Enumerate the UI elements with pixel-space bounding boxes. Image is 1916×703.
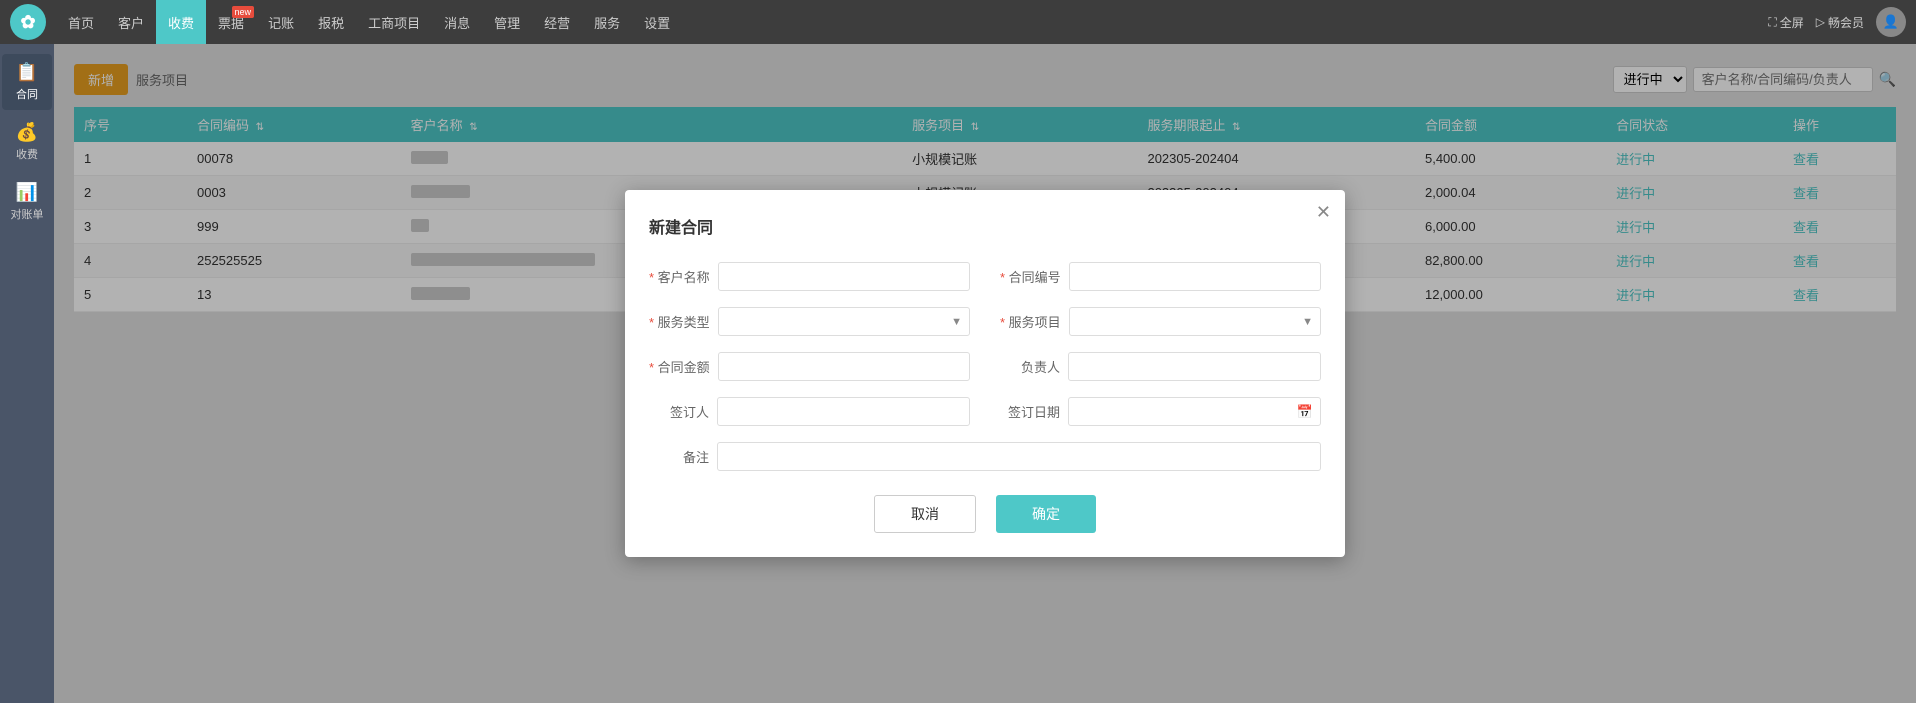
form-row-service-type: 服务类型 ▼ xyxy=(649,307,970,336)
service-type-label: 服务类型 xyxy=(649,312,710,331)
form-row-signer: 签订人 xyxy=(649,397,970,426)
notes-label: 备注 xyxy=(649,447,709,466)
contract-no-label: 合同编号 xyxy=(1000,267,1061,286)
contract-icon: 📋 xyxy=(16,62,38,83)
billing-icon: 💰 xyxy=(16,122,38,143)
nav-item-settings[interactable]: 设置 xyxy=(632,0,682,44)
sign-date-input[interactable]: 2023-06-06 xyxy=(1068,397,1321,426)
responsible-input[interactable] xyxy=(1068,352,1321,381)
form-row-sign-date: 签订日期 2023-06-06 📅 xyxy=(1000,397,1321,426)
customer-name-label: 客户名称 xyxy=(649,267,710,286)
nav-item-commerce[interactable]: 工商项目 xyxy=(356,0,432,44)
nav-item-invoice[interactable]: 票据 new xyxy=(206,0,256,44)
form-row-notes: 备注 xyxy=(649,442,1321,471)
logo: ✿ xyxy=(10,4,46,40)
nav-item-customer[interactable]: 客户 xyxy=(106,0,156,44)
contract-amount-label: 合同金额 xyxy=(649,357,710,376)
contract-no-input[interactable] xyxy=(1069,262,1321,291)
avatar[interactable]: 👤 xyxy=(1876,7,1906,37)
modal-footer: 取消 确定 xyxy=(649,495,1321,533)
sidebar-item-statement[interactable]: 📊 对账单 xyxy=(2,174,52,230)
sidebar-item-contract[interactable]: 📋 合同 xyxy=(2,54,52,110)
service-item-label: 服务项目 xyxy=(1000,312,1061,331)
top-nav: ✿ 首页 客户 收费 票据 new 记账 报税 工商项目 消息 管理 经营 服务… xyxy=(0,0,1916,44)
modal-close-button[interactable]: ✕ xyxy=(1316,202,1331,223)
content: 新增 服务项目 进行中 已完成 已终止 🔍 序号 合同编码 ⇅ 客户名称 ⇅ 服… xyxy=(54,44,1916,703)
modal: 新建合同 ✕ 客户名称 合同编号 服务类型 xyxy=(625,190,1345,557)
nav-items: 首页 客户 收费 票据 new 记账 报税 工商项目 消息 管理 经营 服务 设… xyxy=(56,0,1768,44)
signer-label: 签订人 xyxy=(649,402,709,421)
modal-title: 新建合同 xyxy=(649,214,1321,238)
vip-icon: ▷ xyxy=(1816,15,1825,29)
modal-overlay: 新建合同 ✕ 客户名称 合同编号 服务类型 xyxy=(54,44,1916,703)
fullscreen-icon: ⛶ xyxy=(1768,15,1776,30)
cancel-button[interactable]: 取消 xyxy=(874,495,976,533)
nav-item-accounting[interactable]: 记账 xyxy=(256,0,306,44)
main-layout: 📋 合同 💰 收费 📊 对账单 新增 服务项目 进行中 已完成 已终止 🔍 xyxy=(0,44,1916,703)
sidebar: 📋 合同 💰 收费 📊 对账单 xyxy=(0,44,54,703)
service-item-select[interactable] xyxy=(1069,307,1321,336)
nav-item-operation[interactable]: 经营 xyxy=(532,0,582,44)
nav-item-manage[interactable]: 管理 xyxy=(482,0,532,44)
customer-name-input[interactable] xyxy=(718,262,970,291)
signer-input[interactable] xyxy=(717,397,970,426)
service-type-select[interactable] xyxy=(718,307,970,336)
nav-item-home[interactable]: 首页 xyxy=(56,0,106,44)
sidebar-item-billing[interactable]: 💰 收费 xyxy=(2,114,52,170)
form-row-responsible: 负责人 xyxy=(1000,352,1321,381)
new-badge: new xyxy=(232,6,255,18)
responsible-label: 负责人 xyxy=(1000,357,1060,376)
nav-right: ⛶ 全屏 ▷ 畅会员 👤 xyxy=(1768,7,1906,37)
form-row-customer: 客户名称 xyxy=(649,262,970,291)
vip-button[interactable]: ▷ 畅会员 xyxy=(1816,14,1864,31)
form-row-amount: 合同金额 0.00 xyxy=(649,352,970,381)
nav-item-billing[interactable]: 收费 xyxy=(156,0,206,44)
form-row-contract-no: 合同编号 xyxy=(1000,262,1321,291)
form-grid: 客户名称 合同编号 服务类型 ▼ xyxy=(649,262,1321,471)
nav-item-tax[interactable]: 报税 xyxy=(306,0,356,44)
nav-item-message[interactable]: 消息 xyxy=(432,0,482,44)
form-row-service-item: 服务项目 ▼ xyxy=(1000,307,1321,336)
notes-input[interactable] xyxy=(717,442,1321,471)
sign-date-wrapper: 2023-06-06 📅 xyxy=(1068,397,1321,426)
contract-amount-input[interactable]: 0.00 xyxy=(718,352,970,381)
fullscreen-button[interactable]: ⛶ 全屏 xyxy=(1768,14,1803,31)
nav-item-service[interactable]: 服务 xyxy=(582,0,632,44)
service-item-select-wrapper: ▼ xyxy=(1069,307,1321,336)
sign-date-label: 签订日期 xyxy=(1000,402,1060,421)
service-type-select-wrapper: ▼ xyxy=(718,307,970,336)
statement-icon: 📊 xyxy=(16,182,38,203)
confirm-button[interactable]: 确定 xyxy=(996,495,1096,533)
